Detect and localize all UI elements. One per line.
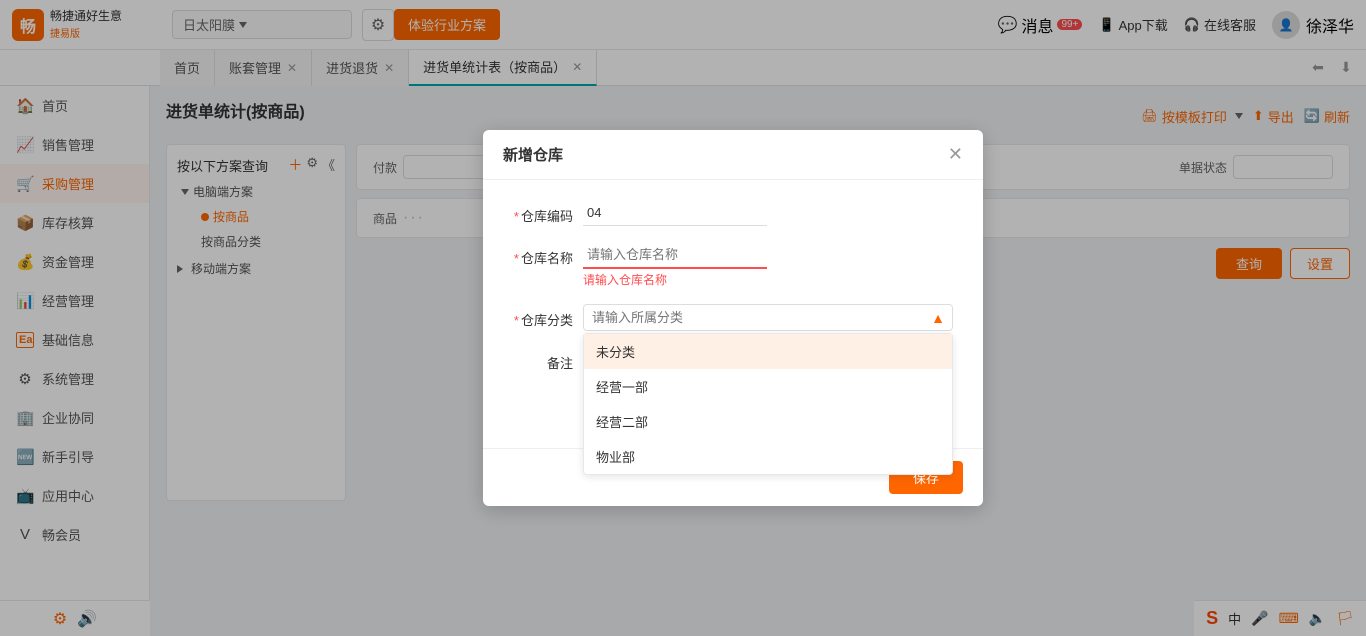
warehouse-name-row: *仓库名称 请输入仓库名称 xyxy=(513,242,953,288)
modal-close-button[interactable]: ✕ xyxy=(948,144,963,165)
warehouse-name-error: 请输入仓库名称 xyxy=(583,271,953,288)
note-label: 备注 xyxy=(513,347,573,372)
warehouse-category-field: ▲ 未分类 经营一部 经营二部 物业部 xyxy=(583,304,953,331)
warehouse-category-row: *仓库分类 ▲ 未分类 经营一部 经营二部 物业部 xyxy=(513,304,953,331)
warehouse-code-field xyxy=(583,200,953,226)
dropdown-option-property[interactable]: 物业部 xyxy=(584,439,952,474)
category-dropdown-menu: 未分类 经营一部 经营二部 物业部 xyxy=(583,333,953,475)
warehouse-name-field: 请输入仓库名称 xyxy=(583,242,953,288)
dropdown-option-none[interactable]: 未分类 xyxy=(584,334,952,369)
add-warehouse-modal: 新增仓库 ✕ *仓库编码 *仓库名称 请输入仓库名称 *仓库分类 xyxy=(483,130,983,506)
category-dropdown-arrow-icon[interactable]: ▲ xyxy=(931,310,945,326)
modal-body: *仓库编码 *仓库名称 请输入仓库名称 *仓库分类 ▲ xyxy=(483,180,983,448)
warehouse-code-input[interactable] xyxy=(583,200,767,226)
warehouse-category-label: *仓库分类 xyxy=(513,304,573,329)
modal-title: 新增仓库 xyxy=(503,144,563,165)
dropdown-option-dept2[interactable]: 经营二部 xyxy=(584,404,952,439)
warehouse-code-row: *仓库编码 xyxy=(513,200,953,226)
warehouse-code-label: *仓库编码 xyxy=(513,200,573,225)
modal-header: 新增仓库 ✕ xyxy=(483,130,983,180)
dropdown-option-dept1[interactable]: 经营一部 xyxy=(584,369,952,404)
warehouse-name-input[interactable] xyxy=(583,242,767,269)
warehouse-category-input[interactable] xyxy=(583,304,953,331)
warehouse-name-label: *仓库名称 xyxy=(513,242,573,267)
